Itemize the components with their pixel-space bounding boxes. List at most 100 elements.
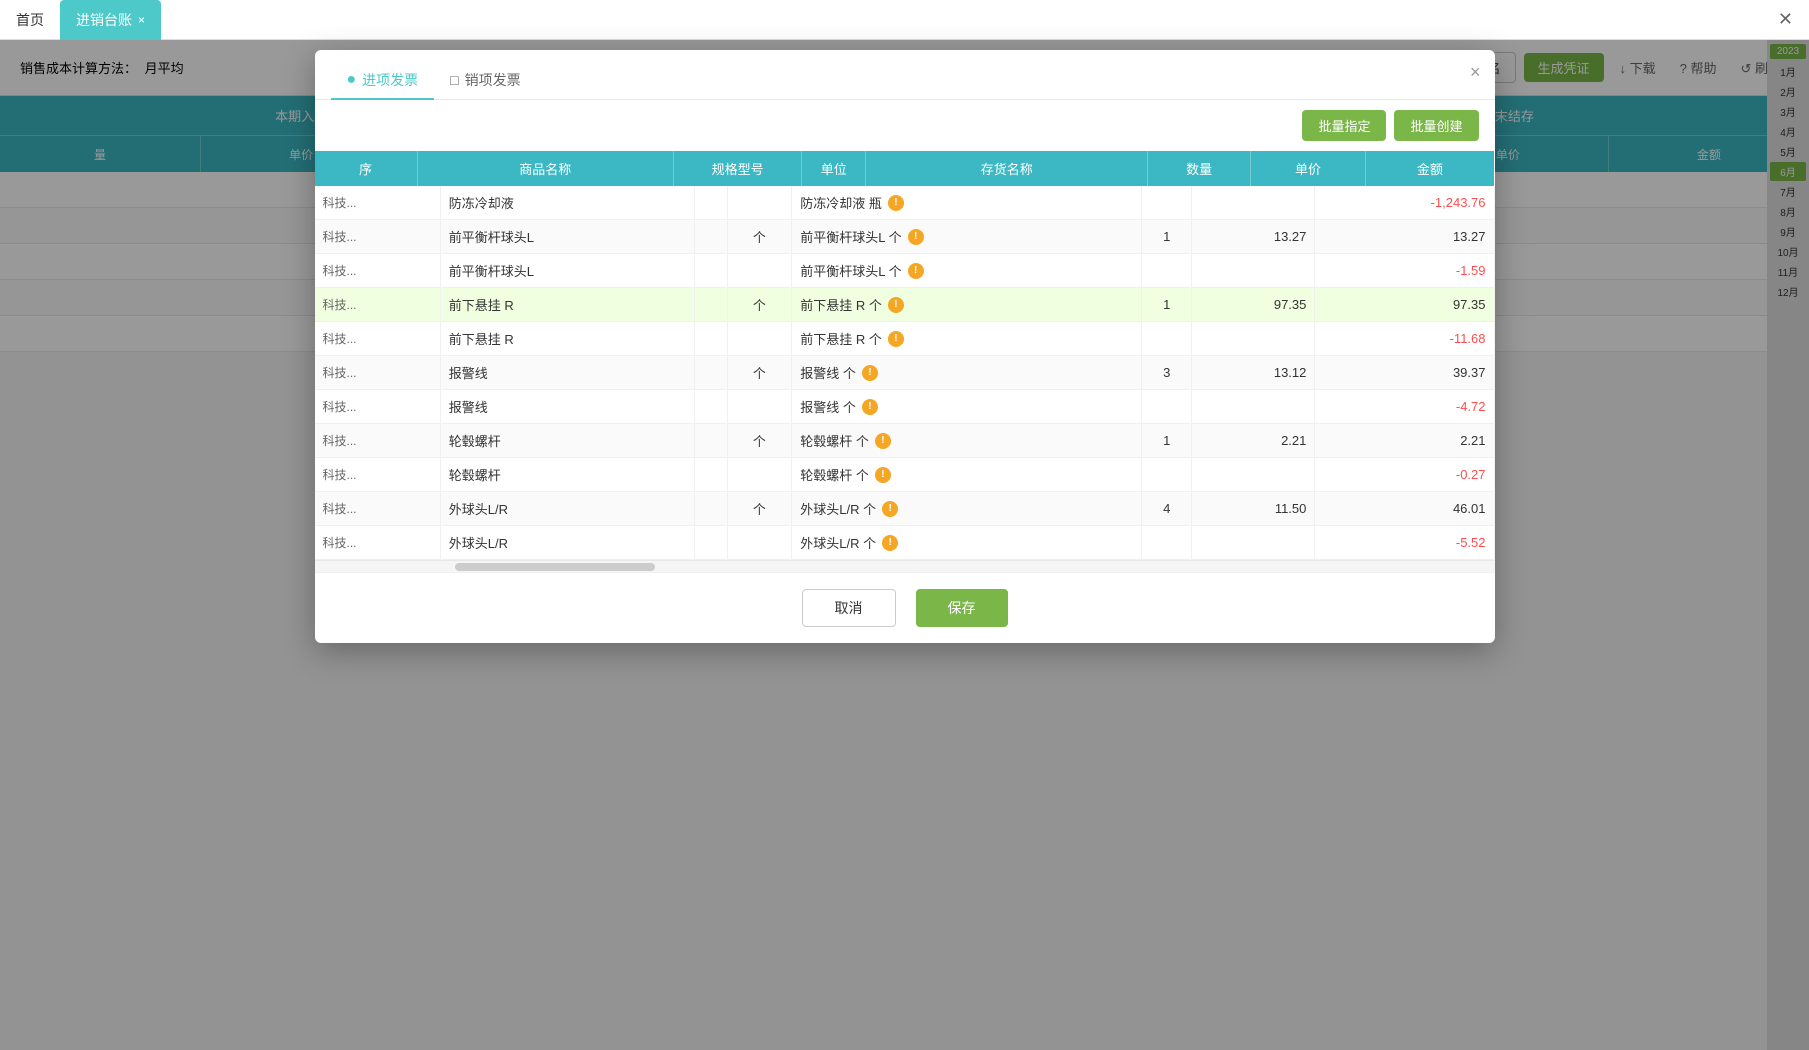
dialog-footer: 取消 保存 [315,572,1495,643]
cell-company: 科技... [315,390,441,424]
th-price: 单价 [1250,151,1365,186]
cell-company: 科技... [315,492,441,526]
cell-product-name: 报警线 [440,356,694,390]
cell-qty [1142,526,1191,560]
cell-unit [727,322,792,356]
table-row[interactable]: 科技... 防冻冷却液 防冻冷却液 瓶 ! -1,243.76 [315,186,1495,220]
th-spec: 规格型号 [673,151,801,186]
cell-company: 科技... [315,220,441,254]
cell-spec [695,458,727,492]
warning-icon: ! [888,195,904,211]
tab-home[interactable]: 首页 [0,0,60,40]
cell-amount: 46.01 [1315,492,1494,526]
cell-company: 科技... [315,322,441,356]
cell-spec [695,424,727,458]
table-row[interactable]: 科技... 报警线 个 报警线 个 ! 3 13.12 39.37 [315,356,1495,390]
warning-icon: ! [888,297,904,313]
table-row[interactable]: 科技... 外球头L/R 个 外球头L/R 个 ! 4 11.50 46.01 [315,492,1495,526]
cell-qty: 1 [1142,424,1191,458]
batch-create-button[interactable]: 批量创建 [1394,110,1478,141]
table-row[interactable]: 科技... 前下悬挂 R 前下悬挂 R 个 ! -11.68 [315,322,1495,356]
cell-price: 97.35 [1192,288,1315,322]
table-row[interactable]: 科技... 前平衡杆球头L 前平衡杆球头L 个 ! -1.59 [315,254,1495,288]
tab-purchase-invoice[interactable]: ● 进项发票 [331,62,435,100]
cell-stock-name: 轮毂螺杆 个 ! [792,424,1142,457]
cell-spec [695,288,727,322]
cell-unit: 个 [727,356,792,390]
cell-amount: -1,243.76 [1315,186,1494,220]
th-amount: 金额 [1366,151,1494,186]
invoice-dialog: ● 进项发票 □ 销项发票 × 批量指定 批量创建 序 [315,50,1495,643]
tab-ledger[interactable]: 进销台账 × [60,0,161,40]
batch-assign-button[interactable]: 批量指定 [1302,110,1386,141]
scrollbar-thumb[interactable] [455,563,655,571]
table-scroll-area[interactable]: 科技... 防冻冷却液 防冻冷却液 瓶 ! -1,243.76 科技... 前平… [315,186,1495,560]
cell-spec [695,186,727,220]
cell-unit [727,254,792,288]
dialog-toolbar: 批量指定 批量创建 [315,100,1495,151]
warning-icon: ! [908,263,924,279]
cell-company: 科技... [315,526,441,560]
cell-price: 13.27 [1192,220,1315,254]
tab-ledger-label: 进销台账 [76,0,132,40]
table-row[interactable]: 科技... 报警线 报警线 个 ! -4.72 [315,390,1495,424]
cell-amount: 97.35 [1315,288,1494,322]
tab-close-icon[interactable]: × [138,0,145,40]
cell-spec [695,356,727,390]
cell-unit: 个 [727,492,792,526]
th-qty: 数量 [1148,151,1251,186]
cell-product-name: 前下悬挂 R [440,288,694,322]
cell-price [1192,390,1315,424]
cell-price [1192,322,1315,356]
dialog-close-button[interactable]: × [1470,62,1481,83]
cell-qty: 1 [1142,220,1191,254]
cell-spec [695,254,727,288]
table-row[interactable]: 科技... 轮毂螺杆 轮毂螺杆 个 ! -0.27 [315,458,1495,492]
cell-stock-name: 前平衡杆球头L 个 ! [792,220,1142,253]
table-row[interactable]: 科技... 前下悬挂 R 个 前下悬挂 R 个 ! 1 97.35 97.35 [315,288,1495,322]
cancel-button[interactable]: 取消 [802,589,896,627]
table-row[interactable]: 科技... 前平衡杆球头L 个 前平衡杆球头L 个 ! 1 13.27 13.2… [315,220,1495,254]
cell-stock-name: 前平衡杆球头L 个 ! [792,254,1142,287]
save-button[interactable]: 保存 [916,589,1008,627]
cell-product-name: 轮毂螺杆 [440,424,694,458]
tab-sales-invoice[interactable]: □ 销项发票 [434,62,536,100]
th-company: 序 [315,151,418,186]
cell-amount: -4.72 [1315,390,1494,424]
cell-spec [695,322,727,356]
cell-price: 11.50 [1192,492,1315,526]
cell-unit: 个 [727,424,792,458]
cell-price [1192,458,1315,492]
cell-amount: 2.21 [1315,424,1494,458]
cell-unit: 个 [727,288,792,322]
table-row[interactable]: 科技... 轮毂螺杆 个 轮毂螺杆 个 ! 1 2.21 2.21 [315,424,1495,458]
horizontal-scrollbar[interactable] [315,560,1495,572]
warning-icon: ! [875,433,891,449]
cell-company: 科技... [315,424,441,458]
warning-icon: ! [888,331,904,347]
cell-spec [695,492,727,526]
dialog-tab-bar: ● 进项发票 □ 销项发票 × [315,50,1495,100]
table-row[interactable]: 科技... 外球头L/R 外球头L/R 个 ! -5.52 [315,526,1495,560]
top-bar: 首页 进销台账 × ✕ [0,0,1809,40]
app-close-button[interactable]: ✕ [1762,9,1809,30]
cell-stock-name: 外球头L/R 个 ! [792,492,1142,525]
cell-qty [1142,322,1191,356]
cell-company: 科技... [315,458,441,492]
cell-price [1192,186,1315,220]
warning-icon: ! [875,467,891,483]
cell-qty [1142,254,1191,288]
cell-amount: -1.59 [1315,254,1494,288]
cell-amount: 39.37 [1315,356,1494,390]
cell-stock-name: 前下悬挂 R 个 ! [792,288,1142,321]
modal-overlay: ● 进项发票 □ 销项发票 × 批量指定 批量创建 序 [0,40,1809,1050]
cell-company: 科技... [315,356,441,390]
cell-stock-name: 前下悬挂 R 个 ! [792,322,1142,355]
th-unit: 单位 [802,151,866,186]
cell-stock-name: 防冻冷却液 瓶 ! [792,186,1142,219]
sales-tab-icon: □ [450,72,458,88]
cell-spec [695,390,727,424]
table-header-row: 序 商品名称 规格型号 单位 存货名称 数量 单价 金额 [315,151,1495,186]
cell-company: 科技... [315,186,441,220]
cell-qty [1142,458,1191,492]
